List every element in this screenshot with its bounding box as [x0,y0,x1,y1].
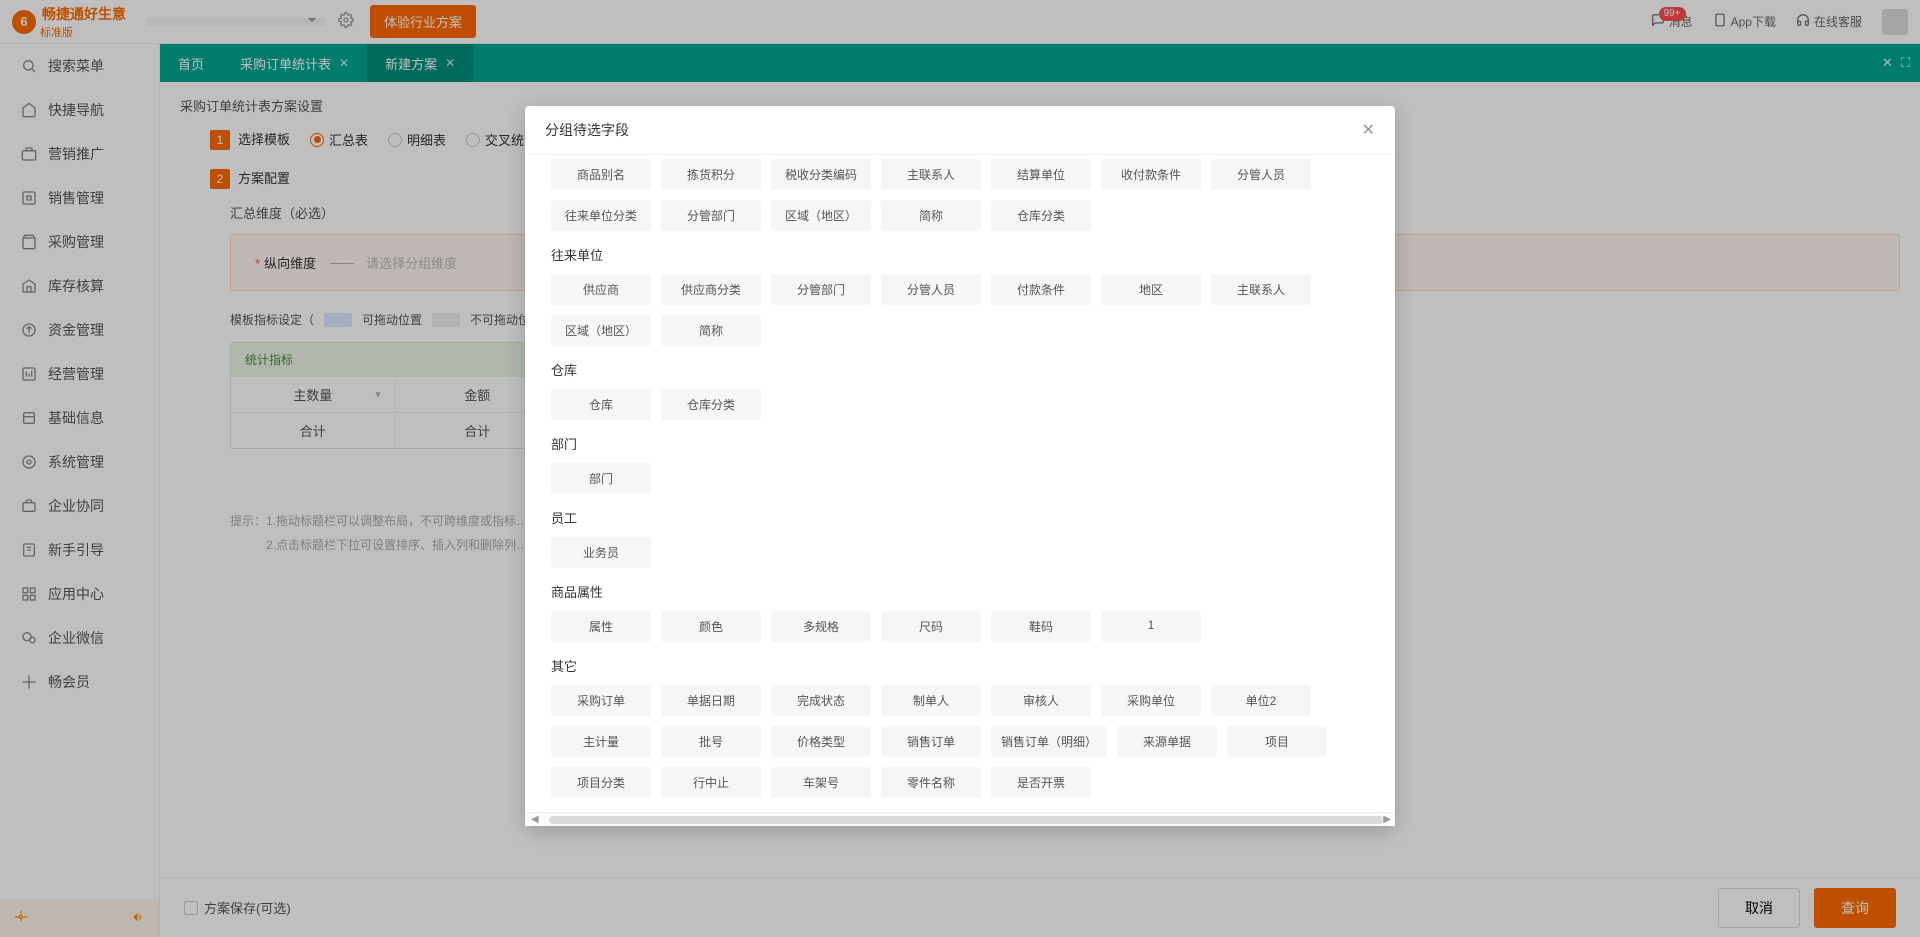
field-chip[interactable]: 拣货积分 [661,159,761,190]
field-chip[interactable]: 分管人员 [881,274,981,305]
modal-title: 分组待选字段 [545,120,629,140]
field-chip[interactable]: 分管部门 [661,200,761,231]
field-chip[interactable]: 商品别名 [551,159,651,190]
field-chip[interactable]: 采购单位 [1101,685,1201,716]
field-chip[interactable]: 付款条件 [991,274,1091,305]
field-chip[interactable]: 简称 [661,315,761,346]
field-chip[interactable]: 仓库分类 [991,200,1091,231]
group-title: 商品属性 [551,582,1369,601]
field-chip[interactable]: 是否开票 [991,767,1091,798]
field-chip[interactable]: 供应商 [551,274,651,305]
field-chip[interactable]: 税收分类编码 [771,159,871,190]
field-chip[interactable]: 地区 [1101,274,1201,305]
field-chip[interactable]: 颜色 [661,611,761,642]
scroll-left-icon[interactable]: ◀ [531,814,539,825]
field-chip[interactable]: 主联系人 [881,159,981,190]
field-chip[interactable]: 销售订单 [881,726,981,757]
field-chip[interactable]: 主计量 [551,726,651,757]
field-chip[interactable]: 采购订单 [551,685,651,716]
modal-close-icon[interactable]: ✕ [1362,120,1375,140]
field-chip[interactable]: 项目 [1227,726,1327,757]
field-chip[interactable]: 审核人 [991,685,1091,716]
field-chip[interactable]: 简称 [881,200,981,231]
field-chip[interactable]: 供应商分类 [661,274,761,305]
field-chip[interactable]: 鞋码 [991,611,1091,642]
field-chip[interactable]: 来源单据 [1117,726,1217,757]
field-chip[interactable]: 尺码 [881,611,981,642]
field-chip[interactable]: 完成状态 [771,685,871,716]
field-chip[interactable]: 批号 [661,726,761,757]
field-chip[interactable]: 多规格 [771,611,871,642]
field-chip[interactable]: 销售订单（明细） [991,726,1107,757]
field-chip[interactable]: 车架号 [771,767,871,798]
group-title: 仓库 [551,360,1369,379]
modal-h-scrollbar[interactable]: ◀ ▶ [525,812,1395,826]
group-title: 员工 [551,508,1369,527]
field-chip[interactable]: 行中止 [661,767,761,798]
field-chip[interactable]: 区域（地区） [771,200,871,231]
field-chip[interactable]: 制单人 [881,685,981,716]
field-chip[interactable]: 收付款条件 [1101,159,1201,190]
field-chip[interactable]: 单据日期 [661,685,761,716]
group-title: 其它 [551,656,1369,675]
group-title: 往来单位 [551,245,1369,264]
field-chip[interactable]: 部门 [551,463,651,494]
group-title: 部门 [551,434,1369,453]
field-selector-modal: 分组待选字段 ✕ 商品别名拣货积分税收分类编码主联系人结算单位收付款条件分管人员… [525,106,1395,826]
field-chip[interactable]: 结算单位 [991,159,1091,190]
scroll-right-icon[interactable]: ▶ [1383,814,1391,825]
field-chip[interactable]: 仓库分类 [661,389,761,420]
field-chip[interactable]: 项目分类 [551,767,651,798]
field-chip[interactable]: 仓库 [551,389,651,420]
field-chip[interactable]: 属性 [551,611,651,642]
field-chip[interactable]: 1 [1101,611,1201,642]
field-chip[interactable]: 往来单位分类 [551,200,651,231]
field-chip[interactable]: 区域（地区） [551,315,651,346]
field-chip[interactable]: 分管人员 [1211,159,1311,190]
field-chip[interactable]: 单位2 [1211,685,1311,716]
field-chip[interactable]: 分管部门 [771,274,871,305]
field-chip[interactable]: 零件名称 [881,767,981,798]
field-chip[interactable]: 业务员 [551,537,651,568]
field-chip[interactable]: 价格类型 [771,726,871,757]
field-chip[interactable]: 主联系人 [1211,274,1311,305]
